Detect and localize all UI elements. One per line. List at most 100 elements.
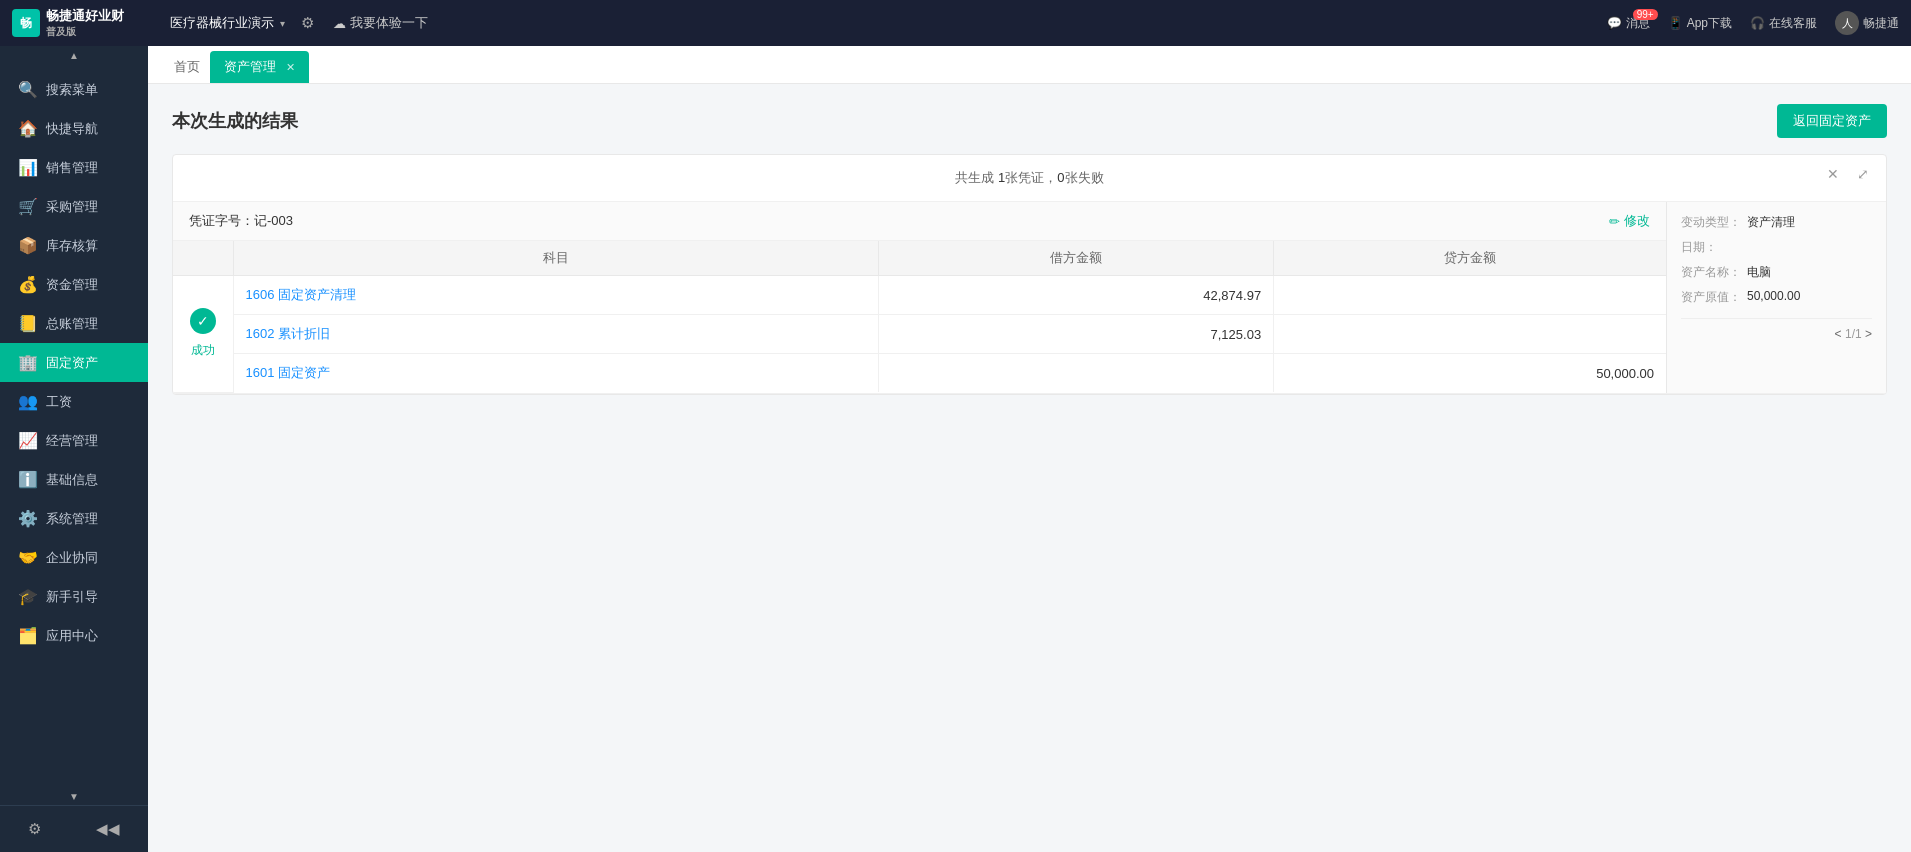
page-content: 本次生成的结果 返回固定资产 共生成 1张凭证，0张失败 凭证字号：记-003 … bbox=[148, 84, 1911, 852]
home-icon: 🏠 bbox=[18, 119, 36, 138]
result-panel: 共生成 1张凭证，0张失败 凭证字号：记-003 ✏ 修改 bbox=[172, 154, 1887, 395]
change-type-row: 变动类型： 资产清理 bbox=[1681, 214, 1872, 231]
sidebar-label-sales: 销售管理 bbox=[46, 159, 98, 177]
sidebar: ▲ 🔍 搜索菜单 🏠 快捷导航 📊 销售管理 🛒 采购管理 📦 库存核算 bbox=[0, 46, 148, 852]
sidebar-scroll-up[interactable]: ▲ bbox=[0, 46, 148, 64]
ledger-icon: 📒 bbox=[18, 314, 36, 333]
messages-badge: 99+ bbox=[1633, 9, 1658, 20]
logo-area: 畅 畅捷通好业财 普及版 bbox=[12, 7, 160, 39]
experience-icon: ☁ bbox=[333, 16, 346, 31]
sidebar-item-fixed-assets[interactable]: 🏢 固定资产 bbox=[0, 343, 148, 382]
guide-icon: 🎓 bbox=[18, 587, 36, 606]
sidebar-collapse-button[interactable]: ◀◀ bbox=[90, 814, 126, 844]
sidebar-scroll-down[interactable]: ▼ bbox=[0, 787, 148, 805]
voucher-header-row: 凭证字号：记-003 ✏ 修改 bbox=[173, 202, 1666, 241]
system-icon: ⚙️ bbox=[18, 509, 36, 528]
sidebar-item-finance[interactable]: 💰 资金管理 bbox=[0, 265, 148, 304]
voucher-section: 凭证字号：记-003 ✏ 修改 科目 bbox=[173, 202, 1886, 394]
panel-close-button[interactable]: ✕ bbox=[1822, 163, 1844, 185]
credit-cell-1 bbox=[1274, 276, 1666, 315]
table-row: ✓ 成功 1606 固定资产清理 42,874.97 bbox=[173, 276, 1666, 315]
experience-button[interactable]: ☁ 我要体验一下 bbox=[333, 14, 428, 32]
date-label: 日期： bbox=[1681, 239, 1737, 256]
avatar: 人 bbox=[1835, 11, 1859, 35]
asset-name-value: 电脑 bbox=[1747, 264, 1771, 281]
main-layout: ▲ 🔍 搜索菜单 🏠 快捷导航 📊 销售管理 🛒 采购管理 📦 库存核算 bbox=[0, 46, 1911, 852]
col-credit-header: 贷方金额 bbox=[1274, 241, 1666, 276]
app-download-icon: 📱 bbox=[1668, 16, 1683, 30]
workspace-settings-button[interactable]: ⚙ bbox=[293, 9, 321, 37]
logo-main-text: 畅捷通好业财 bbox=[46, 7, 124, 25]
top-header: 畅 畅捷通好业财 普及版 医疗器械行业演示 ▾ ⚙ ☁ 我要体验一下 💬 消息 … bbox=[0, 0, 1911, 46]
user-menu-button[interactable]: 人 畅捷通 bbox=[1835, 11, 1899, 35]
sidebar-label-ledger: 总账管理 bbox=[46, 315, 98, 333]
sidebar-label-search: 搜索菜单 bbox=[46, 81, 98, 99]
customer-service-button[interactable]: 🎧 在线客服 bbox=[1750, 15, 1817, 32]
tab-home[interactable]: 首页 bbox=[164, 51, 210, 83]
sidebar-label-purchase: 采购管理 bbox=[46, 198, 98, 216]
edit-icon: ✏ bbox=[1609, 214, 1620, 229]
tab-asset-mgmt-label: 资产管理 bbox=[224, 58, 276, 76]
sidebar-item-ledger[interactable]: 📒 总账管理 bbox=[0, 304, 148, 343]
app-download-button[interactable]: 📱 App下载 bbox=[1668, 15, 1732, 32]
sidebar-label-basic-info: 基础信息 bbox=[46, 471, 98, 489]
logo-icon: 畅 bbox=[12, 9, 40, 37]
voucher-table: 科目 借方金额 贷方金额 ✓ bbox=[173, 241, 1666, 393]
sidebar-item-payroll[interactable]: 👥 工资 bbox=[0, 382, 148, 421]
edit-button[interactable]: ✏ 修改 bbox=[1609, 212, 1650, 230]
page-next-button[interactable]: > bbox=[1865, 327, 1872, 341]
edit-label: 修改 bbox=[1624, 212, 1650, 230]
user-label: 畅捷通 bbox=[1863, 15, 1899, 32]
customer-service-icon: 🎧 bbox=[1750, 16, 1765, 30]
sidebar-item-enterprise[interactable]: 🤝 企业协同 bbox=[0, 538, 148, 577]
logo-sub-text: 普及版 bbox=[46, 25, 124, 39]
sales-icon: 📊 bbox=[18, 158, 36, 177]
operations-icon: 📈 bbox=[18, 431, 36, 450]
enterprise-icon: 🤝 bbox=[18, 548, 36, 567]
asset-name-row: 资产名称： 电脑 bbox=[1681, 264, 1872, 281]
sidebar-item-operations[interactable]: 📈 经营管理 bbox=[0, 421, 148, 460]
sidebar-label-quick-nav: 快捷导航 bbox=[46, 120, 98, 138]
workspace-selector[interactable]: 医疗器械行业演示 ▾ bbox=[170, 14, 285, 32]
debit-cell-1: 42,874.97 bbox=[879, 276, 1274, 315]
sidebar-label-guide: 新手引导 bbox=[46, 588, 98, 606]
voucher-number: 凭证字号：记-003 bbox=[189, 212, 293, 230]
sidebar-label-operations: 经营管理 bbox=[46, 432, 98, 450]
sidebar-item-system[interactable]: ⚙️ 系统管理 bbox=[0, 499, 148, 538]
sidebar-bottom: ⚙ ◀◀ bbox=[0, 805, 148, 852]
sidebar-item-app-center[interactable]: 🗂️ 应用中心 bbox=[0, 616, 148, 655]
messages-button[interactable]: 💬 消息 99+ bbox=[1607, 15, 1650, 32]
sidebar-label-fixed-assets: 固定资产 bbox=[46, 354, 98, 372]
success-label: 成功 bbox=[191, 342, 215, 359]
tab-asset-mgmt[interactable]: 资产管理 ✕ bbox=[210, 51, 309, 83]
sidebar-item-sales[interactable]: 📊 销售管理 bbox=[0, 148, 148, 187]
header-right: 💬 消息 99+ 📱 App下载 🎧 在线客服 人 畅捷通 bbox=[1607, 11, 1899, 35]
debit-cell-2: 7,125.03 bbox=[879, 315, 1274, 354]
workspace-chevron: ▾ bbox=[280, 18, 285, 29]
finance-icon: 💰 bbox=[18, 275, 36, 294]
workspace-name: 医疗器械行业演示 bbox=[170, 14, 274, 32]
sidebar-item-search[interactable]: 🔍 搜索菜单 bbox=[0, 70, 148, 109]
sidebar-item-guide[interactable]: 🎓 新手引导 bbox=[0, 577, 148, 616]
page-prev-button[interactable]: < bbox=[1835, 327, 1842, 341]
fixed-assets-icon: 🏢 bbox=[18, 353, 36, 372]
sidebar-label-system: 系统管理 bbox=[46, 510, 98, 528]
account-cell-3: 1601 固定资产 bbox=[233, 354, 879, 393]
asset-value-row: 资产原值： 50,000.00 bbox=[1681, 289, 1872, 306]
sidebar-label-inventory: 库存核算 bbox=[46, 237, 98, 255]
panel-expand-button[interactable]: ⤢ bbox=[1852, 163, 1874, 185]
logo-text-block: 畅捷通好业财 普及版 bbox=[46, 7, 124, 39]
back-to-fixed-assets-button[interactable]: 返回固定资产 bbox=[1777, 104, 1887, 138]
sidebar-item-inventory[interactable]: 📦 库存核算 bbox=[0, 226, 148, 265]
sidebar-item-basic-info[interactable]: ℹ️ 基础信息 bbox=[0, 460, 148, 499]
col-status-placeholder bbox=[173, 241, 233, 276]
payroll-icon: 👥 bbox=[18, 392, 36, 411]
sidebar-item-purchase[interactable]: 🛒 采购管理 bbox=[0, 187, 148, 226]
voucher-left: 凭证字号：记-003 ✏ 修改 科目 bbox=[173, 202, 1666, 393]
app-center-icon: 🗂️ bbox=[18, 626, 36, 645]
sidebar-label-enterprise: 企业协同 bbox=[46, 549, 98, 567]
sidebar-item-quick-nav[interactable]: 🏠 快捷导航 bbox=[0, 109, 148, 148]
sidebar-settings-button[interactable]: ⚙ bbox=[22, 814, 47, 844]
page-title-row: 本次生成的结果 返回固定资产 bbox=[172, 104, 1887, 138]
tab-close-icon[interactable]: ✕ bbox=[286, 61, 295, 74]
